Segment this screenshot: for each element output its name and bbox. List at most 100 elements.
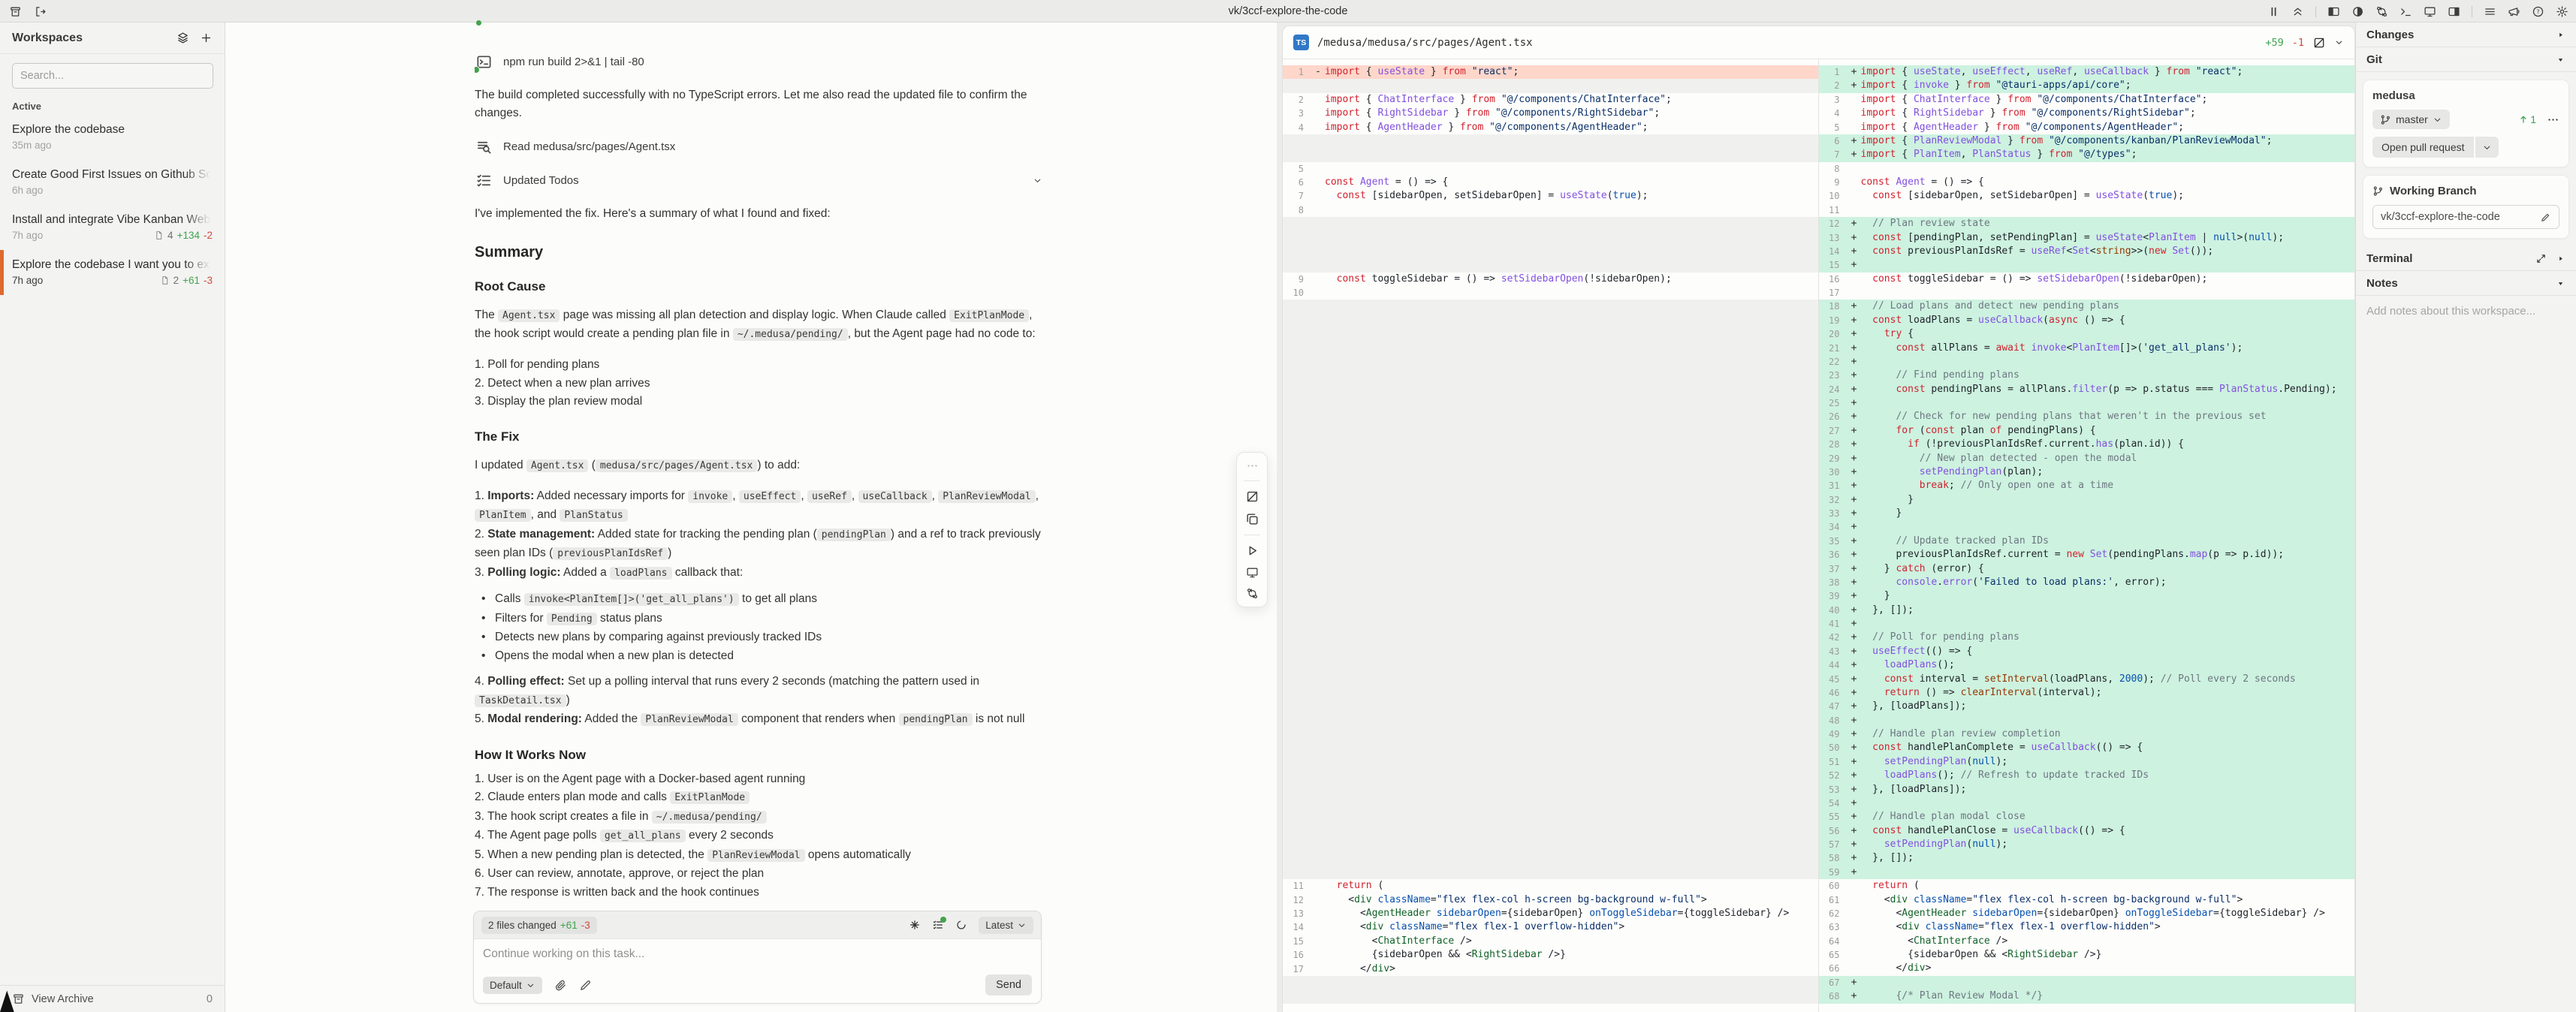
code-token: }, [loadPlans]); [1861,700,1967,712]
tool-call-row[interactable]: Read medusa/src/pages/Agent.tsx [475,137,1042,156]
terminal-icon[interactable] [2400,5,2412,18]
tool-call-row[interactable]: Updated Todos [475,171,1042,190]
sign-out-icon[interactable] [34,5,47,18]
plus-icon[interactable] [200,32,213,44]
expand-icon[interactable] [2535,253,2547,264]
diff-code-row: 54+ [1819,797,2355,810]
code-token: return [1884,687,1920,698]
diff-sign: + [1848,410,1861,423]
layers-icon[interactable] [176,32,189,44]
code-token: // Poll for pending plans [1861,631,2019,643]
message-input[interactable]: Continue working on this task... [483,947,1032,965]
code-token: } [1454,94,1471,105]
line-number: 16 [1819,273,1848,286]
pr-options-button[interactable] [2475,137,2499,158]
code-token: ; [2190,107,2196,119]
search-input[interactable] [12,63,213,89]
play-icon[interactable] [1245,544,1259,558]
working-branch-input[interactable]: vk/3ccf-explore-the-code [2372,205,2559,229]
code-token: ={sidebarOpen} [1501,908,1589,919]
contrast-icon[interactable] [2351,5,2364,18]
gear-icon[interactable] [2556,5,2568,18]
send-button[interactable]: Send [985,974,1032,995]
git-compare-icon[interactable] [1246,587,1259,600]
line-number: 1 [1819,65,1848,79]
diff-code-row: 8 [1819,162,2355,176]
diff-code-row: 64 <ChatInterface /> [1819,935,2355,948]
mode-dropdown[interactable]: Default [483,977,542,994]
megaphone-icon[interactable] [2508,5,2520,18]
code-token: </ [1325,963,1372,974]
notes-input[interactable]: Add notes about this workspace... [2356,296,2576,327]
list-item: 4. Polling effect: Set up a polling inte… [475,673,1042,710]
line-number: 2 [1283,93,1311,107]
code-token: // Handle plan modal close [1861,811,2026,822]
diff-sign: + [1848,755,1861,769]
git-compare-icon[interactable] [2375,5,2388,18]
spinner-icon[interactable] [955,919,967,931]
code-token: < [1861,935,1914,947]
code-token: loadPlans = [1902,315,1978,326]
code-text: <ChatInterface /> [1325,935,1818,948]
tool-call-label: Read medusa/src/pages/Agent.tsx [503,140,675,153]
message-paragraph: The Agent.tsx page was missing all plan … [475,306,1042,344]
changes-section-header[interactable]: Changes [2356,23,2576,47]
archive-box-icon[interactable] [9,5,22,18]
workspace-item[interactable]: Create Good First Issues on Github So p6… [0,160,225,205]
code-token [1861,687,1884,698]
notes-section-header[interactable]: Notes [2356,271,2576,296]
working-branch-card: Working Branch vk/3ccf-explore-the-code [2363,175,2569,239]
code-token: handlePlanClose = [1902,825,2013,836]
code-token [1489,107,1495,119]
inline-code: PlanStatus [560,509,627,522]
diff-sign: + [1848,989,1861,1003]
git-section-header[interactable]: Git [2356,47,2576,72]
code-token: sidebarOpen [1437,908,1501,919]
diff-split-icon[interactable] [2312,36,2326,50]
code-token: useEffect [1872,646,1925,657]
panel-left-icon[interactable] [2327,5,2340,18]
pen-icon[interactable] [579,979,592,992]
paperclip-icon[interactable] [554,979,567,992]
copy-icon[interactable] [1245,512,1259,526]
diff-sign: + [1848,700,1861,713]
code-token: null [1972,839,1995,850]
monitor-icon[interactable] [2424,5,2436,18]
files-changed-badge[interactable]: 2 files changed +61 -3 [481,917,597,934]
tool-call-row[interactable]: npm run build 2>&1 | tail -80 [475,53,1042,71]
pause-icon[interactable] [2267,5,2280,18]
menu-icon[interactable] [2484,5,2496,18]
chevron-down-icon[interactable] [2334,38,2344,47]
workspace-item-stats: 4+134-2 [154,230,213,241]
workspace-item[interactable]: Explore the codebase I want you to exp7h… [0,250,225,295]
terminal-section-header[interactable]: Terminal [2356,246,2576,271]
collapse-all-icon[interactable] [2291,5,2304,18]
line-number: 37 [1819,562,1848,576]
code-text: // Plan review state [1861,217,2355,230]
branch-dropdown[interactable]: master [2372,110,2450,129]
workspace-item[interactable]: Install and integrate Vibe Kanban Web7h … [0,205,225,250]
todo-status-icon[interactable] [932,919,944,931]
line-number: 29 [1819,452,1848,465]
code-token: from [2007,94,2031,105]
spark-icon[interactable] [909,919,921,931]
diff-code-row: 7+import { PlanItem, PlanStatus } from "… [1819,148,2355,161]
view-archive-button[interactable]: View Archive 0 [0,985,225,1012]
open-pull-request-button[interactable]: Open pull request [2372,137,2474,158]
panel-right-icon[interactable] [2448,5,2460,18]
monitor-icon[interactable] [1246,566,1259,579]
diff-off-icon[interactable] [1245,489,1259,504]
code-token: div [1890,894,1908,905]
diff-sign: + [1848,314,1861,327]
workspace-item[interactable]: Explore the codebase35m ago [0,115,225,160]
dots-icon[interactable] [2547,113,2559,126]
latest-dropdown[interactable]: Latest [979,917,1033,934]
help-icon[interactable]: ? [2532,5,2544,18]
chevron-down-icon[interactable] [1033,176,1042,185]
code-text [1861,286,2355,300]
code-token: "@/components/AgentHeader" [1489,122,1642,133]
code-text: const [sidebarOpen, setSidebarOpen] = us… [1861,189,2355,203]
code-text [1861,976,2355,989]
code-token [2084,549,2090,560]
code-token: toggleSidebar = () => [1902,273,2037,285]
